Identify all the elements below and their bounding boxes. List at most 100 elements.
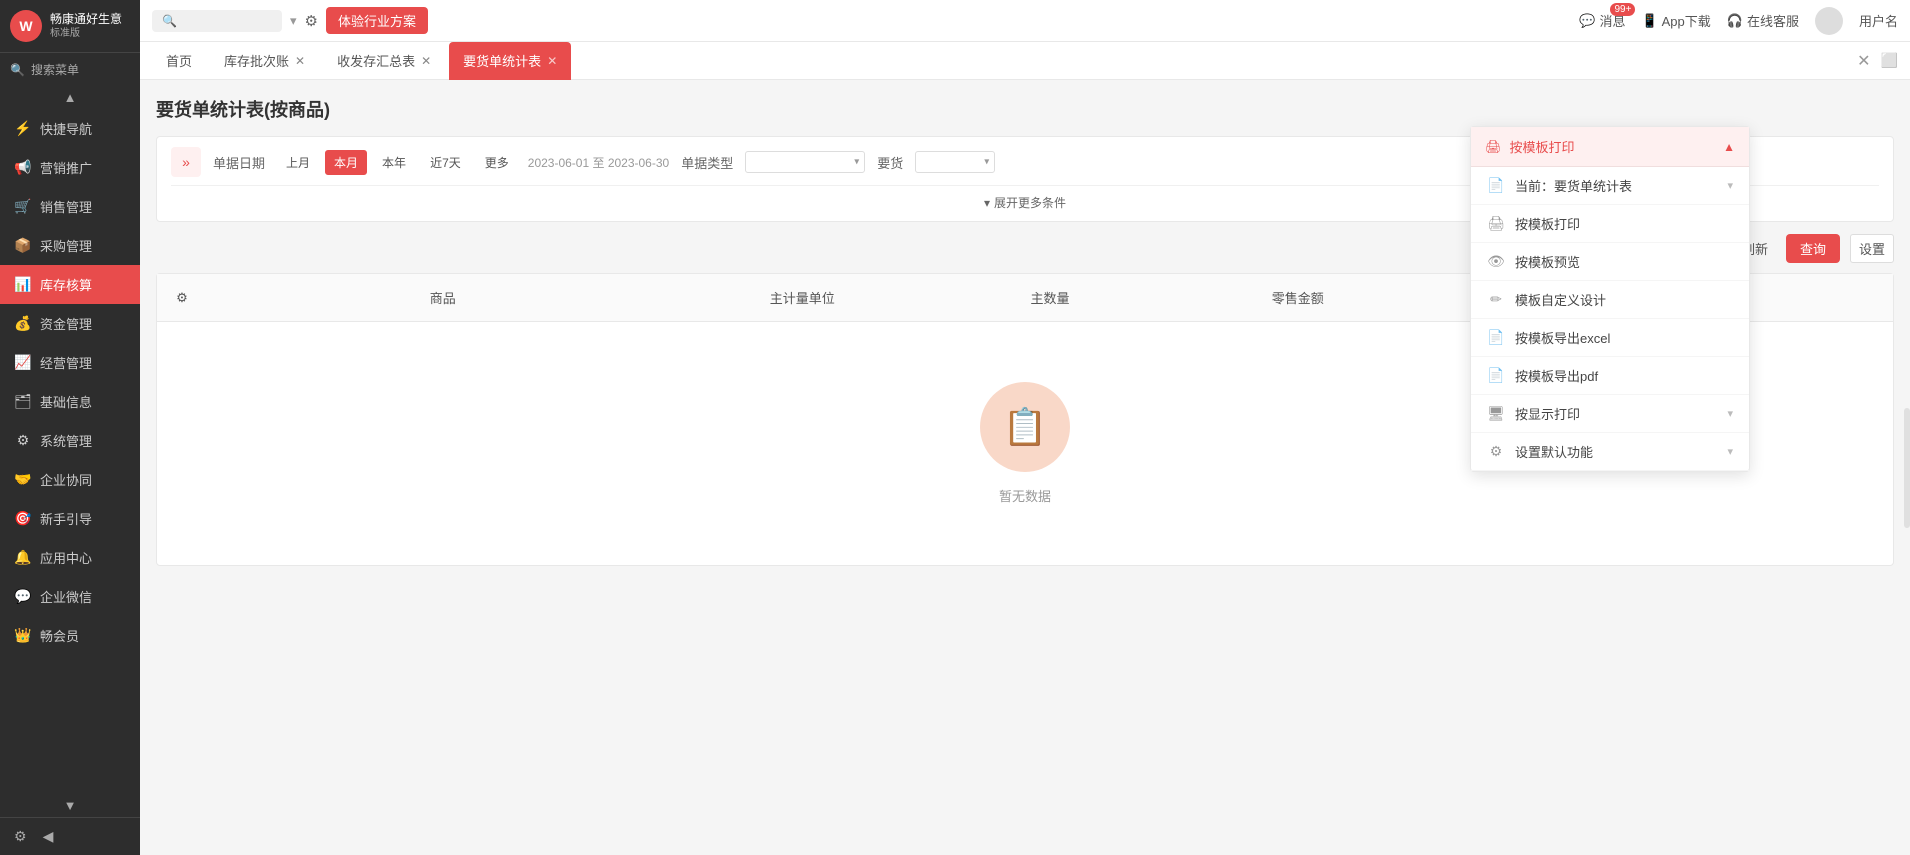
tab-close-receipt-summary[interactable]: ✕ — [421, 55, 431, 67]
date-btn-this-month[interactable]: 本月 — [325, 150, 367, 175]
dropdown-template-pdf[interactable]: 📄 按模板导出pdf — [1471, 357, 1749, 395]
settings-btn[interactable]: 设置 — [1850, 234, 1894, 263]
tab-close-order-stats[interactable]: ✕ — [547, 55, 557, 67]
sidebar-item-appstore[interactable]: 🔔 应用中心 — [0, 538, 140, 577]
sidebar-item-operation[interactable]: 📈 经营管理 — [0, 343, 140, 382]
dropdown-collapse-icon[interactable]: ▲ — [1723, 140, 1735, 154]
date-buttons: 上月 本月 本年 近7天 更多 2023-06-01 至 2023-06-30 — [277, 150, 669, 175]
sidebar-item-collab[interactable]: 🤝 企业协同 — [0, 460, 140, 499]
wechat-icon: 💬 — [14, 588, 32, 605]
sidebar-item-marketing[interactable]: 📢 营销推广 — [0, 148, 140, 187]
download-icon: 📱 — [1641, 13, 1657, 29]
tab-receipt-summary[interactable]: 收发存汇总表 ✕ — [323, 42, 445, 80]
topbar-search[interactable]: 🔍 — [152, 10, 282, 32]
message-btn[interactable]: 💬 消息 99+ — [1579, 11, 1625, 30]
dropdown-template-custom[interactable]: ✏ 模板自定义设计 — [1471, 281, 1749, 319]
settings-footer-icon[interactable]: ⚙ — [14, 828, 27, 845]
scroll-up[interactable]: ▲ — [0, 86, 140, 109]
topbar-gear-icon[interactable]: ⚙ — [305, 12, 318, 30]
tabs-maximize[interactable]: ⬜ — [1881, 52, 1898, 69]
empty-icon: 📋 — [980, 382, 1070, 472]
dropdown-template-excel[interactable]: 📄 按模板导出excel — [1471, 319, 1749, 357]
appstore-icon: 🔔 — [14, 549, 32, 566]
date-btn-more[interactable]: 更多 — [476, 150, 518, 175]
guide-icon: 🎯 — [14, 510, 32, 527]
page-title: 要货单统计表(按商品) — [156, 96, 1894, 122]
username-label: 用户名 — [1859, 11, 1898, 30]
main-area: 🔍 ▾ ⚙ 体验行业方案 💬 消息 99+ 📱 App下载 🎧 在线客服 用户名 — [140, 0, 1910, 855]
message-icon: 💬 — [1579, 13, 1595, 29]
tab-home[interactable]: 首页 — [152, 42, 206, 80]
date-btn-prev-month[interactable]: 上月 — [277, 150, 319, 175]
app-download-btn[interactable]: 📱 App下载 — [1641, 11, 1710, 30]
dropdown-template-print[interactable]: 🖨 按模板打印 — [1471, 205, 1749, 243]
type-select[interactable] — [745, 151, 865, 173]
sidebar-item-guide[interactable]: 🎯 新手引导 — [0, 499, 140, 538]
sidebar-item-purchase[interactable]: 📦 采购管理 — [0, 226, 140, 265]
purchase-icon: 📦 — [14, 237, 32, 254]
content-area: 要货单统计表(按商品) » 单据日期 上月 本月 本年 近7天 更多 2023-… — [140, 80, 1910, 855]
display-print-icon: 🖥 — [1487, 405, 1505, 422]
current-template-arrow: ▾ — [1727, 179, 1733, 192]
dropdown-display-print[interactable]: 🖥 按显示打印 ▾ — [1471, 395, 1749, 433]
avatar[interactable] — [1815, 7, 1843, 35]
th-qty: 主数量 — [926, 282, 1174, 313]
date-range: 2023-06-01 至 2023-06-30 — [528, 154, 669, 171]
collab-icon: 🤝 — [14, 471, 32, 488]
sidebar-item-member[interactable]: 👑 畅会员 — [0, 616, 140, 655]
date-filter-label: 单据日期 — [213, 153, 265, 172]
dropdown-header: 🖨 按模板打印 ▲ — [1471, 127, 1749, 167]
finance-icon: 💰 — [14, 315, 32, 332]
filter-expand-icon[interactable]: » — [171, 147, 201, 177]
default-func-icon: ⚙ — [1487, 443, 1505, 460]
system-icon: ⚙ — [14, 432, 32, 449]
service-icon: 🎧 — [1727, 13, 1743, 29]
sidebar: W 畅康通好生意 标准版 🔍 搜索菜单 ▲ ⚡ 快捷导航 📢 营销推广 🛒 销售… — [0, 0, 140, 855]
sidebar-nav: ⚡ 快捷导航 📢 营销推广 🛒 销售管理 📦 采购管理 📊 库存核算 💰 资金管… — [0, 109, 140, 794]
online-service-btn[interactable]: 🎧 在线客服 — [1727, 11, 1799, 30]
tab-batch-account[interactable]: 库存批次账 ✕ — [210, 42, 319, 80]
settings-col-icon[interactable]: ⚙ — [176, 290, 188, 305]
sidebar-item-sales[interactable]: 🛒 销售管理 — [0, 187, 140, 226]
default-func-arrow: ▾ — [1727, 445, 1733, 458]
th-unit: 主计量单位 — [678, 282, 926, 313]
sidebar-footer: ⚙ ◀ — [0, 817, 140, 855]
dropdown-print-icon: 🖨 — [1485, 139, 1502, 155]
sidebar-item-quick-nav[interactable]: ⚡ 快捷导航 — [0, 109, 140, 148]
dropdown-current-template[interactable]: 📄 当前：要货单统计表 ▾ — [1471, 167, 1749, 205]
tab-order-stats[interactable]: 要货单统计表 ✕ — [449, 42, 571, 80]
topbar-dropdown[interactable]: ▾ — [290, 13, 297, 29]
query-btn[interactable]: 查询 — [1786, 234, 1840, 263]
empty-text: 暂无数据 — [999, 486, 1051, 505]
goods-type-label: 要货 — [877, 153, 903, 172]
member-icon: 👑 — [14, 627, 32, 644]
sidebar-item-finance[interactable]: 💰 资金管理 — [0, 304, 140, 343]
logo-text: 畅康通好生意 标准版 — [50, 12, 122, 41]
tabs-close-all[interactable]: ✕ — [1857, 51, 1870, 71]
dropdown-template-preview[interactable]: 👁 按模板预览 — [1471, 243, 1749, 281]
tab-close-batch-account[interactable]: ✕ — [295, 55, 305, 67]
sidebar-item-wechat[interactable]: 💬 企业微信 — [0, 577, 140, 616]
sidebar-item-system[interactable]: ⚙ 系统管理 — [0, 421, 140, 460]
dropdown-default-func[interactable]: ⚙ 设置默认功能 ▾ — [1471, 433, 1749, 471]
scroll-down[interactable]: ▼ — [0, 794, 140, 817]
print-dropdown-menu: 🖨 按模板打印 ▲ 📄 当前：要货单统计表 ▾ 🖨 按模板打印 👁 按模板预览 … — [1470, 126, 1750, 472]
search-icon: 🔍 — [10, 63, 25, 77]
expand-chevron-icon: ▾ — [984, 196, 990, 210]
marketing-icon: 📢 — [14, 159, 32, 176]
search-menu[interactable]: 🔍 搜索菜单 — [0, 53, 140, 86]
sidebar-item-inventory[interactable]: 📊 库存核算 — [0, 265, 140, 304]
logo-icon: W — [10, 10, 42, 42]
goods-type-select[interactable] — [915, 151, 995, 173]
quick-nav-icon: ⚡ — [14, 120, 32, 137]
scroll-track[interactable] — [1904, 408, 1910, 528]
date-btn-this-year[interactable]: 本年 — [373, 150, 415, 175]
topbar: 🔍 ▾ ⚙ 体验行业方案 💬 消息 99+ 📱 App下载 🎧 在线客服 用户名 — [140, 0, 1910, 42]
message-badge: 99+ — [1610, 3, 1635, 16]
sidebar-item-base[interactable]: 🗂 基础信息 — [0, 382, 140, 421]
date-btn-7days[interactable]: 近7天 — [421, 150, 470, 175]
trial-btn[interactable]: 体验行业方案 — [326, 7, 428, 34]
template-custom-icon: ✏ — [1487, 291, 1505, 308]
current-template-icon: 📄 — [1487, 177, 1505, 194]
fold-sidebar-icon[interactable]: ◀ — [43, 828, 54, 845]
